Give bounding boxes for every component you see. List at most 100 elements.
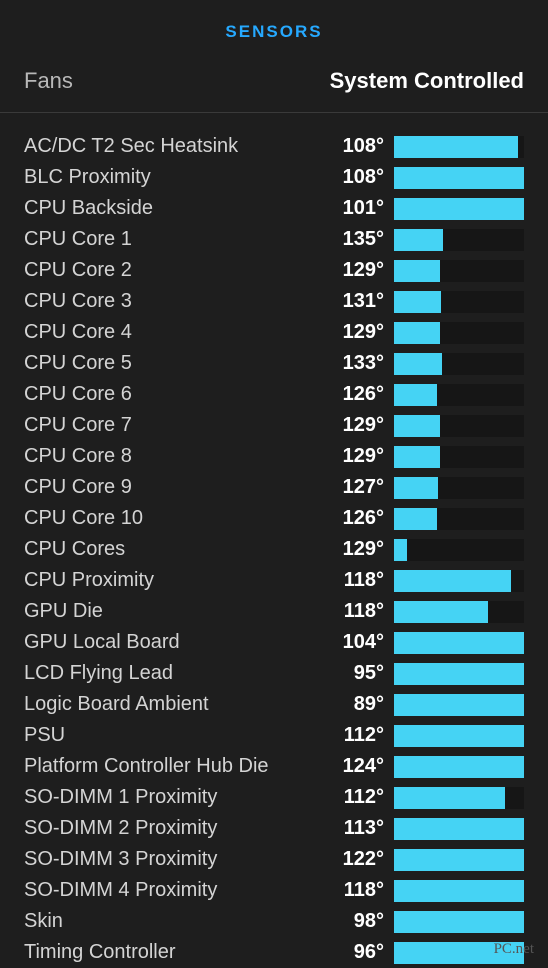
sensor-list: AC/DC T2 Sec Heatsink108°BLC Proximity10… xyxy=(0,113,548,968)
sensor-name: Platform Controller Hub Die xyxy=(24,755,324,778)
sensor-value: 118° xyxy=(324,600,394,623)
sensor-bar xyxy=(394,229,524,251)
sensor-name: PSU xyxy=(24,724,324,747)
sensor-value: 95° xyxy=(324,662,394,685)
sensor-bar-fill xyxy=(394,787,505,809)
sensor-value: 127° xyxy=(324,476,394,499)
sensor-bar xyxy=(394,198,524,220)
sensor-name: CPU Proximity xyxy=(24,569,324,592)
sensor-bar xyxy=(394,632,524,654)
sensor-bar xyxy=(394,415,524,437)
sensor-row[interactable]: Logic Board Ambient89° xyxy=(24,689,524,720)
sensor-row[interactable]: CPU Core 8129° xyxy=(24,441,524,472)
sensor-bar-fill xyxy=(394,229,443,251)
sensor-row[interactable]: SO-DIMM 1 Proximity112° xyxy=(24,782,524,813)
sensor-value: 131° xyxy=(324,290,394,313)
sensor-bar-fill xyxy=(394,849,524,871)
sensor-value: 98° xyxy=(324,910,394,933)
sensor-bar-fill xyxy=(394,260,440,282)
sensor-name: CPU Core 1 xyxy=(24,228,324,251)
sensor-value: 135° xyxy=(324,228,394,251)
sensor-row[interactable]: CPU Backside101° xyxy=(24,193,524,224)
sensor-row[interactable]: CPU Core 7129° xyxy=(24,410,524,441)
sensor-bar xyxy=(394,570,524,592)
sensor-row[interactable]: GPU Die118° xyxy=(24,596,524,627)
sensor-row[interactable]: CPU Core 10126° xyxy=(24,503,524,534)
sensor-row[interactable]: CPU Cores129° xyxy=(24,534,524,565)
sensor-bar-fill xyxy=(394,136,518,158)
sensor-bar-fill xyxy=(394,291,441,313)
sensor-value: 104° xyxy=(324,631,394,654)
sensor-row[interactable]: SO-DIMM 3 Proximity122° xyxy=(24,844,524,875)
sensor-name: AC/DC T2 Sec Heatsink xyxy=(24,135,324,158)
sensor-bar xyxy=(394,911,524,933)
sensor-bar xyxy=(394,353,524,375)
fan-mode-label[interactable]: System Controlled xyxy=(330,68,524,94)
sensor-row[interactable]: CPU Core 4129° xyxy=(24,317,524,348)
sensor-name: GPU Local Board xyxy=(24,631,324,654)
sensor-bar xyxy=(394,725,524,747)
sensor-name: BLC Proximity xyxy=(24,166,324,189)
sensor-name: Timing Controller xyxy=(24,941,324,964)
sensor-value: 129° xyxy=(324,445,394,468)
sensor-row[interactable]: BLC Proximity108° xyxy=(24,162,524,193)
sensor-name: SO-DIMM 2 Proximity xyxy=(24,817,324,840)
sensor-bar xyxy=(394,384,524,406)
sensor-name: CPU Core 10 xyxy=(24,507,324,530)
sensor-row[interactable]: Timing Controller96° xyxy=(24,937,524,968)
sensor-bar-fill xyxy=(394,663,524,685)
sensor-row[interactable]: PSU112° xyxy=(24,720,524,751)
watermark: PC.net xyxy=(494,941,534,958)
sensor-bar xyxy=(394,446,524,468)
sensor-bar-fill xyxy=(394,539,407,561)
page-title: SENSORS xyxy=(0,0,548,60)
sensor-row[interactable]: Skin98° xyxy=(24,906,524,937)
sensor-value: 89° xyxy=(324,693,394,716)
sensor-bar-fill xyxy=(394,322,440,344)
sensor-value: 126° xyxy=(324,383,394,406)
sensor-bar-fill xyxy=(394,415,440,437)
sensor-value: 133° xyxy=(324,352,394,375)
sensor-row[interactable]: CPU Core 3131° xyxy=(24,286,524,317)
sensor-row[interactable]: CPU Core 2129° xyxy=(24,255,524,286)
sensor-bar-fill xyxy=(394,570,511,592)
sensor-row[interactable]: CPU Core 9127° xyxy=(24,472,524,503)
sensor-row[interactable]: LCD Flying Lead95° xyxy=(24,658,524,689)
sensor-value: 112° xyxy=(324,724,394,747)
sensor-row[interactable]: CPU Core 5133° xyxy=(24,348,524,379)
sensor-name: CPU Core 6 xyxy=(24,383,324,406)
sensor-bar-fill xyxy=(394,477,438,499)
sensor-value: 129° xyxy=(324,538,394,561)
sensor-name: CPU Core 2 xyxy=(24,259,324,282)
sensor-name: CPU Core 9 xyxy=(24,476,324,499)
sensor-bar-fill xyxy=(394,167,524,189)
sensor-name: CPU Core 7 xyxy=(24,414,324,437)
sensor-value: 126° xyxy=(324,507,394,530)
sensor-name: CPU Cores xyxy=(24,538,324,561)
sensor-row[interactable]: SO-DIMM 4 Proximity118° xyxy=(24,875,524,906)
sensor-row[interactable]: SO-DIMM 2 Proximity113° xyxy=(24,813,524,844)
sensor-bar-fill xyxy=(394,880,524,902)
sensor-row[interactable]: AC/DC T2 Sec Heatsink108° xyxy=(24,131,524,162)
sensor-row[interactable]: CPU Core 1135° xyxy=(24,224,524,255)
sensor-value: 96° xyxy=(324,941,394,964)
sensor-value: 129° xyxy=(324,321,394,344)
sensor-name: SO-DIMM 4 Proximity xyxy=(24,879,324,902)
sensor-bar-fill xyxy=(394,446,440,468)
sensor-bar-fill xyxy=(394,694,524,716)
subheader: Fans System Controlled xyxy=(0,60,548,113)
sensor-row[interactable]: CPU Core 6126° xyxy=(24,379,524,410)
sensor-bar-fill xyxy=(394,725,524,747)
sensor-bar xyxy=(394,167,524,189)
sensor-bar xyxy=(394,539,524,561)
sensor-row[interactable]: Platform Controller Hub Die124° xyxy=(24,751,524,782)
sensor-value: 112° xyxy=(324,786,394,809)
sensor-row[interactable]: CPU Proximity118° xyxy=(24,565,524,596)
sensor-bar-fill xyxy=(394,508,437,530)
sensor-name: CPU Core 8 xyxy=(24,445,324,468)
fans-label[interactable]: Fans xyxy=(24,68,73,94)
sensor-value: 118° xyxy=(324,569,394,592)
sensor-bar-fill xyxy=(394,601,488,623)
sensor-bar xyxy=(394,663,524,685)
sensor-row[interactable]: GPU Local Board104° xyxy=(24,627,524,658)
